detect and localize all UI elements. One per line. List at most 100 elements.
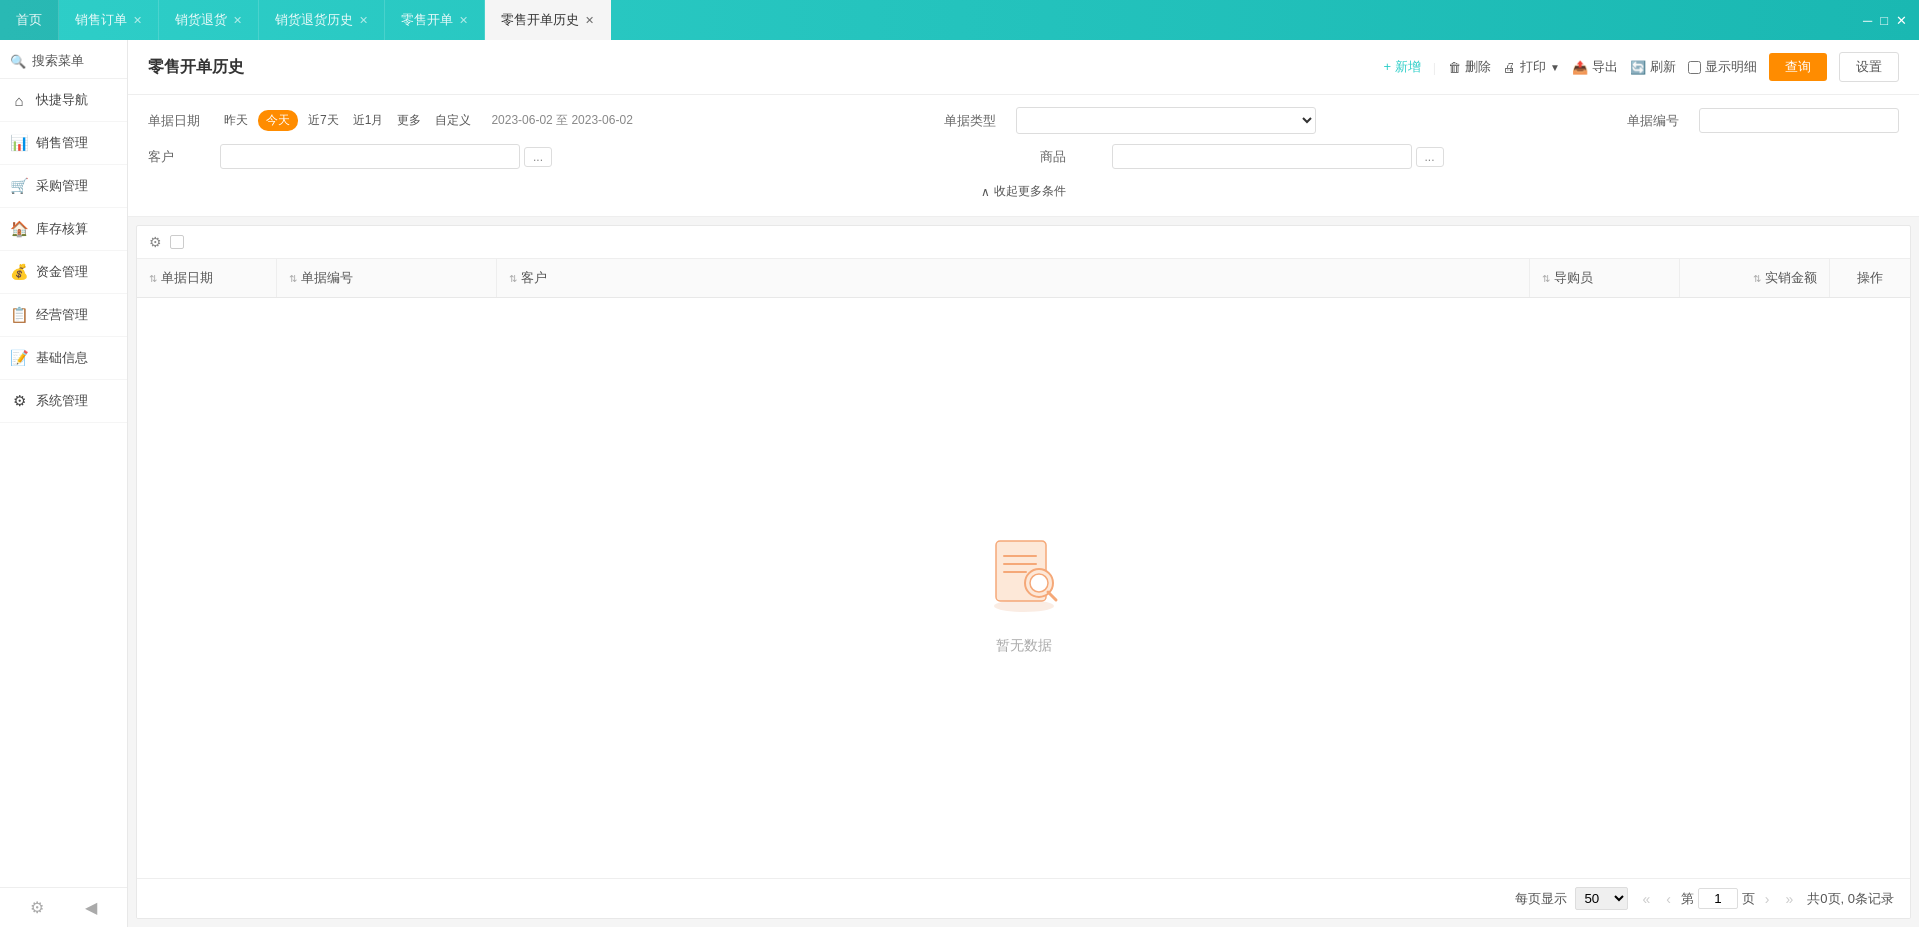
doc-type-select[interactable] — [1016, 107, 1316, 134]
tab-sales-order[interactable]: 销售订单 ✕ — [59, 0, 159, 40]
collapse-up-icon: ∧ — [981, 185, 990, 199]
page-input[interactable] — [1698, 888, 1738, 909]
tab-sales-order-close[interactable]: ✕ — [133, 14, 142, 27]
display-detail-label: 显示明细 — [1705, 58, 1757, 76]
select-all-checkbox[interactable] — [170, 235, 184, 249]
svg-point-7 — [1030, 574, 1048, 592]
total-text: 共0页, 0条记录 — [1807, 890, 1894, 908]
per-page-label: 每页显示 — [1515, 890, 1567, 908]
settings-button[interactable]: 设置 — [1839, 52, 1899, 82]
sort-amount-icon[interactable]: ⇅ — [1753, 273, 1761, 284]
product-ellipsis-btn[interactable]: ... — [1416, 147, 1444, 167]
sidebar-item-operations[interactable]: 📋 经营管理 — [0, 294, 127, 337]
customer-input-wrapper: ... — [220, 144, 552, 169]
delete-button[interactable]: 🗑 删除 — [1448, 58, 1491, 76]
tab-sales-return-history-close[interactable]: ✕ — [359, 14, 368, 27]
query-button[interactable]: 查询 — [1769, 53, 1827, 81]
basic-info-icon: 📝 — [10, 349, 28, 367]
date-yesterday[interactable]: 昨天 — [220, 110, 252, 131]
collapse-btn[interactable]: ∧ 收起更多条件 — [981, 179, 1066, 204]
per-page-select[interactable]: 50 10 20 100 — [1575, 887, 1628, 910]
sidebar: 🔍 搜索菜单 ⌂ 快捷导航 📊 销售管理 🛒 采购管理 🏠 库存核算 💰 资金管… — [0, 40, 128, 927]
table-settings-icon[interactable]: ⚙ — [149, 234, 162, 250]
add-button[interactable]: + 新增 — [1383, 58, 1420, 76]
display-detail-toggle[interactable]: 显示明细 — [1688, 58, 1757, 76]
sidebar-item-system[interactable]: ⚙ 系统管理 — [0, 380, 127, 423]
purchase-mgmt-icon: 🛒 — [10, 177, 28, 195]
next-page-btn[interactable]: › — [1759, 889, 1776, 909]
print-label: 打印 — [1520, 58, 1546, 76]
table-header: ⇅ 单据日期 ⇅ 单据编号 ⇅ 客户 ⇅ 导购员 ⇅ 实销金额 — [137, 259, 1910, 298]
sidebar-item-purchase-mgmt[interactable]: 🛒 采购管理 — [0, 165, 127, 208]
table-area: ⚙ ⇅ 单据日期 ⇅ 单据编号 ⇅ 客户 ⇅ 导购员 — [136, 225, 1911, 919]
display-detail-checkbox-input[interactable] — [1688, 61, 1701, 74]
tab-retail-open-close[interactable]: ✕ — [459, 14, 468, 27]
sidebar-item-inventory[interactable]: 🏠 库存核算 — [0, 208, 127, 251]
collapse-label: 收起更多条件 — [994, 183, 1066, 200]
print-icon: 🖨 — [1503, 60, 1516, 75]
customer-input[interactable] — [220, 144, 520, 169]
th-customer-label: 客户 — [521, 269, 547, 287]
sidebar-item-basic-info[interactable]: 📝 基础信息 — [0, 337, 127, 380]
collapse-row: ∧ 收起更多条件 — [148, 179, 1899, 204]
tab-retail-open-history[interactable]: 零售开单历史 ✕ — [485, 0, 611, 40]
export-button[interactable]: 📤 导出 — [1572, 58, 1618, 76]
sidebar-search[interactable]: 🔍 搜索菜单 — [0, 40, 127, 79]
date-custom[interactable]: 自定义 — [431, 110, 475, 131]
window-close-btn[interactable]: ✕ — [1896, 13, 1907, 28]
tab-sales-return-history[interactable]: 销货退货历史 ✕ — [259, 0, 385, 40]
sort-salesperson-icon[interactable]: ⇅ — [1542, 273, 1550, 284]
sidebar-item-system-label: 系统管理 — [36, 392, 88, 410]
tab-retail-open-history-close[interactable]: ✕ — [585, 14, 594, 27]
delete-label: 删除 — [1465, 58, 1491, 76]
th-customer: ⇅ 客户 — [497, 259, 1530, 297]
product-input[interactable] — [1112, 144, 1412, 169]
sort-customer-icon[interactable]: ⇅ — [509, 273, 517, 284]
refresh-button[interactable]: 🔄 刷新 — [1630, 58, 1676, 76]
first-page-btn[interactable]: « — [1636, 889, 1656, 909]
tab-sales-return-history-label: 销货退货历史 — [275, 11, 353, 29]
empty-icon — [974, 521, 1074, 621]
prev-page-btn[interactable]: ‹ — [1660, 889, 1677, 909]
sidebar-item-operations-label: 经营管理 — [36, 306, 88, 324]
doc-no-input[interactable] — [1699, 108, 1899, 133]
sidebar-item-basic-info-label: 基础信息 — [36, 349, 88, 367]
tab-sales-return-close[interactable]: ✕ — [233, 14, 242, 27]
date-more[interactable]: 更多 — [393, 110, 425, 131]
th-actions-label: 操作 — [1857, 269, 1883, 287]
print-button[interactable]: 🖨 打印 ▼ — [1503, 58, 1560, 76]
tab-sales-return[interactable]: 销货退货 ✕ — [159, 0, 259, 40]
sidebar-item-quick-nav-label: 快捷导航 — [36, 91, 88, 109]
date-today[interactable]: 今天 — [258, 110, 298, 131]
sidebar-settings-btn[interactable]: ⚙ — [30, 898, 44, 917]
sort-no-icon[interactable]: ⇅ — [289, 273, 297, 284]
doc-type-label: 单据类型 — [944, 112, 1000, 130]
th-amount: ⇅ 实销金额 — [1680, 259, 1830, 297]
sidebar-collapse-btn[interactable]: ◀ — [85, 898, 97, 917]
tab-retail-open[interactable]: 零售开单 ✕ — [385, 0, 485, 40]
th-no-label: 单据编号 — [301, 269, 353, 287]
svg-point-0 — [994, 600, 1054, 612]
customer-ellipsis-btn[interactable]: ... — [524, 147, 552, 167]
sidebar-item-finance[interactable]: 💰 资金管理 — [0, 251, 127, 294]
window-min-btn[interactable]: ─ — [1863, 13, 1872, 28]
pagination: 每页显示 50 10 20 100 « ‹ 第 页 › » 共0页, 0条记录 — [137, 878, 1910, 918]
sort-date-icon[interactable]: ⇅ — [149, 273, 157, 284]
filter-row-1: 单据日期 昨天 今天 近7天 近1月 更多 自定义 2023-06-02 至 2… — [148, 107, 1899, 134]
th-no: ⇅ 单据编号 — [277, 259, 497, 297]
sidebar-item-quick-nav[interactable]: ⌂ 快捷导航 — [0, 79, 127, 122]
page-nav: « ‹ 第 页 › » — [1636, 888, 1799, 909]
th-salesperson-label: 导购员 — [1554, 269, 1593, 287]
tab-home[interactable]: 首页 — [0, 0, 59, 40]
date-last7[interactable]: 近7天 — [304, 110, 343, 131]
last-page-btn[interactable]: » — [1780, 889, 1800, 909]
sidebar-item-sales-mgmt[interactable]: 📊 销售管理 — [0, 122, 127, 165]
page-label: 第 — [1681, 890, 1694, 908]
product-label: 商品 — [1040, 148, 1096, 166]
date-options: 昨天 今天 近7天 近1月 更多 自定义 — [220, 110, 475, 131]
th-date: ⇅ 单据日期 — [137, 259, 277, 297]
date-label: 单据日期 — [148, 112, 204, 130]
window-max-btn[interactable]: □ — [1880, 13, 1888, 28]
date-last-month[interactable]: 近1月 — [349, 110, 388, 131]
quick-nav-icon: ⌂ — [10, 91, 28, 109]
